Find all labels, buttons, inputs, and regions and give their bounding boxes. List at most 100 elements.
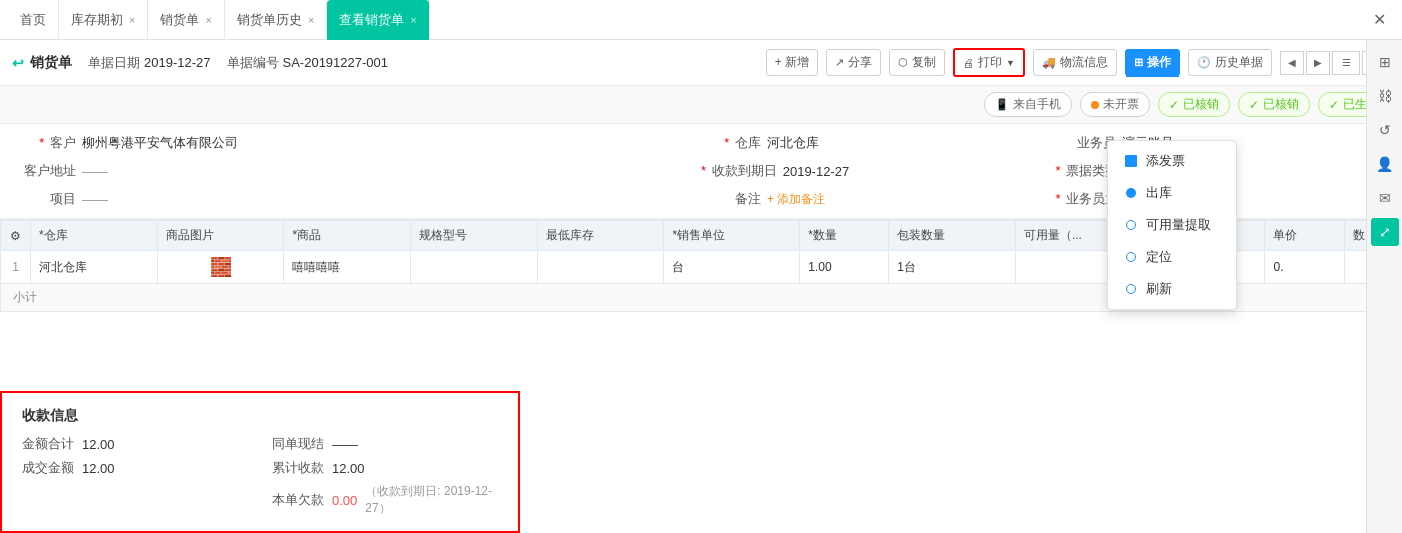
prev-button[interactable]: ◀ [1280, 51, 1304, 75]
doc-number-field: 单据编号 SA-20191227-001 [227, 54, 389, 72]
print-button-wrapper: 🖨 打印 ▼ [953, 48, 1025, 77]
refresh-item[interactable]: 刷新 [1108, 273, 1236, 305]
window-close-button[interactable]: ✕ [1365, 10, 1394, 29]
col-pkg-qty: 包装数量 [889, 221, 1016, 251]
right-sidebar: ⊞ ⛓ ↺ 👤 ✉ ⤢ [1366, 40, 1402, 533]
due-amount-row: 本单欠款 0.00 （收款到期日: 2019-12-27） [272, 483, 498, 517]
row-warehouse: 河北仓库 [31, 251, 158, 284]
sidebar-person-icon[interactable]: 👤 [1371, 150, 1399, 178]
status-bar: 📱 来自手机 未开票 ✓ 已核销 ✓ 已核销 ✓ 已生效 [0, 86, 1402, 124]
payment-title: 收款信息 [22, 407, 498, 425]
project-field: 项目 —— [16, 190, 677, 208]
tab-close-inventory[interactable]: × [129, 14, 135, 26]
logistics-icon: 🚚 [1042, 56, 1056, 69]
phone-icon: 📱 [995, 98, 1009, 111]
copy-icon: ⬡ [898, 56, 908, 69]
payment-total-row: 金额合计 12.00 [22, 435, 248, 453]
print-button[interactable]: 🖨 打印 ▼ [955, 50, 1023, 75]
add-note-button[interactable]: + 添加备注 [767, 191, 825, 208]
col-price: 单价 [1265, 221, 1345, 251]
not-open-dot [1091, 101, 1099, 109]
not-open-tag[interactable]: 未开票 [1080, 92, 1150, 117]
effective-icon: ✓ [1329, 98, 1339, 112]
add-invoice-item[interactable]: 添发票 [1108, 145, 1236, 177]
address-field: 客户地址 —— [16, 162, 677, 180]
tab-sales-history[interactable]: 销货单历史 × [225, 0, 327, 40]
col-unit: *销售单位 [664, 221, 800, 251]
row-min-stock [537, 251, 664, 284]
product-image-icon: 🧱 [210, 257, 232, 277]
sidebar-mail-icon[interactable]: ✉ [1371, 184, 1399, 212]
sold-tag[interactable]: ✓ 已核销 [1238, 92, 1310, 117]
tab-sales-order[interactable]: 销货单 × [148, 0, 224, 40]
refresh-icon [1126, 284, 1136, 294]
due-row [22, 483, 248, 517]
row-qty: 1.00 [800, 251, 889, 284]
logistics-button[interactable]: 🚚 物流信息 [1033, 49, 1117, 76]
next-button[interactable]: ▶ [1306, 51, 1330, 75]
sales-order-icon: ↩ [12, 55, 24, 71]
same-order-row: 同单现结 —— [272, 435, 498, 453]
sidebar-expand-icon[interactable]: ⤢ [1371, 218, 1399, 246]
doc-header: ↩ 销货单 单据日期 2019-12-27 单据编号 SA-20191227-0… [0, 40, 1402, 86]
warehouse-field: * 仓库 河北仓库 [701, 134, 1032, 152]
operation-button[interactable]: ⊞ 操作 [1125, 49, 1180, 76]
row-seq: 1 [1, 251, 31, 284]
row-image: 🧱 [157, 251, 284, 284]
sold-icon: ✓ [1249, 98, 1259, 112]
share-button[interactable]: ↗ 分享 [826, 49, 881, 76]
doc-header-left: ↩ 销货单 单据日期 2019-12-27 单据编号 SA-20191227-0… [12, 54, 388, 72]
sidebar-refresh-icon[interactable]: ↺ [1371, 116, 1399, 144]
operation-dropdown: 添发票 出库 可用量提取 定位 [1107, 140, 1237, 310]
col-settings: ⚙ [1, 221, 31, 251]
note-field: 备注 + 添加备注 [701, 190, 1032, 208]
row-unit: 台 [664, 251, 800, 284]
available-pick-item[interactable]: 可用量提取 [1108, 209, 1236, 241]
available-pick-icon [1126, 220, 1136, 230]
row-price: 0. [1265, 251, 1345, 284]
tab-close-sales[interactable]: × [205, 14, 211, 26]
cumulative-row: 累计收款 12.00 [272, 459, 498, 477]
deal-amount-row: 成交金额 12.00 [22, 459, 248, 477]
payment-info-box: 收款信息 金额合计 12.00 同单现结 —— 成交金额 12.00 累计收款 … [0, 391, 520, 533]
row-product: 嘻嘻嘻嘻 [284, 251, 411, 284]
sidebar-grid-icon[interactable]: ⊞ [1371, 48, 1399, 76]
new-button[interactable]: + 新增 [766, 49, 818, 76]
col-qty: *数量 [800, 221, 889, 251]
list-view-button[interactable]: ☰ [1332, 51, 1360, 75]
customer-field: * 客户 柳州粤港平安气体有限公司 [16, 134, 677, 152]
tab-view-sales[interactable]: 查看销货单 × [327, 0, 429, 40]
doc-header-actions: + 新增 ↗ 分享 ⬡ 复制 🖨 打印 ▼ [766, 48, 1390, 77]
col-spec: 规格型号 [411, 221, 538, 251]
print-icon: 🖨 [963, 57, 974, 69]
history-icon: 🕐 [1197, 56, 1211, 69]
col-warehouse: *仓库 [31, 221, 158, 251]
payment-date-field: * 收款到期日 2019-12-27 [701, 162, 1032, 180]
out-warehouse-icon [1126, 188, 1136, 198]
locate-item[interactable]: 定位 [1108, 241, 1236, 273]
check-icon: ✓ [1169, 98, 1179, 112]
doc-date-field: 单据日期 2019-12-27 [88, 54, 211, 72]
col-product: *商品 [284, 221, 411, 251]
tab-close-history[interactable]: × [308, 14, 314, 26]
add-invoice-icon [1125, 155, 1137, 167]
payment-grid: 金额合计 12.00 同单现结 —— 成交金额 12.00 累计收款 12.00 [22, 435, 498, 517]
sidebar-link-icon[interactable]: ⛓ [1371, 82, 1399, 110]
copy-button[interactable]: ⬡ 复制 [889, 49, 945, 76]
out-warehouse-item[interactable]: 出库 [1108, 177, 1236, 209]
col-min-stock: 最低库存 [537, 221, 664, 251]
history-button[interactable]: 🕐 历史单据 [1188, 49, 1272, 76]
doc-meta: 单据日期 2019-12-27 单据编号 SA-20191227-001 [88, 54, 388, 72]
tab-inventory-init[interactable]: 库存期初 × [59, 0, 148, 40]
tab-home[interactable]: 首页 [8, 0, 59, 40]
row-spec [411, 251, 538, 284]
print-dropdown-arrow: ▼ [1006, 58, 1015, 68]
tab-close-view[interactable]: × [410, 14, 416, 26]
row-pkg-qty: 1台 [889, 251, 1016, 284]
share-icon: ↗ [835, 56, 844, 69]
operation-icon: ⊞ [1134, 56, 1143, 69]
checked-tag[interactable]: ✓ 已核销 [1158, 92, 1230, 117]
tab-bar: 首页 库存期初 × 销货单 × 销货单历史 × 查看销货单 × ✕ [0, 0, 1402, 40]
from-phone-tag[interactable]: 📱 来自手机 [984, 92, 1072, 117]
locate-icon [1126, 252, 1136, 262]
